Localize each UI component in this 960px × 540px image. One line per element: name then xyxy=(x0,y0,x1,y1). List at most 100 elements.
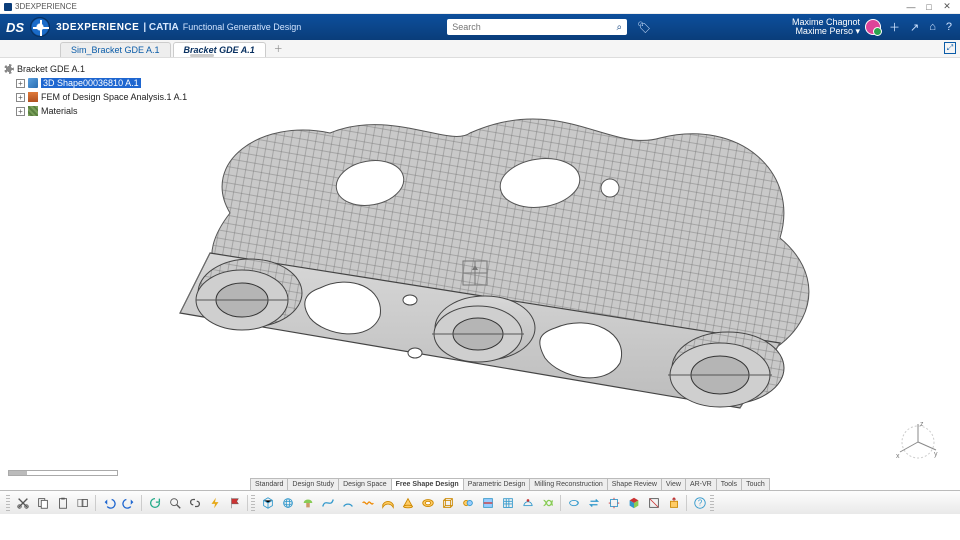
surface-button[interactable] xyxy=(378,493,397,512)
wtab-touch[interactable]: Touch xyxy=(741,478,770,490)
tree-root-label: Bracket GDE A.1 xyxy=(17,64,85,74)
flag-button[interactable] xyxy=(225,493,244,512)
gear-icon xyxy=(4,64,14,74)
svg-text:?: ? xyxy=(697,498,702,507)
wtab-arvr[interactable]: AR-VR xyxy=(685,478,717,490)
window-titlebar: 3DEXPERIENCE — □ ✕ xyxy=(0,0,960,14)
materials-icon xyxy=(28,106,38,116)
tab-sim-bracket[interactable]: Sim_Bracket GDE A.1 xyxy=(60,42,171,57)
tree-node-label: Materials xyxy=(41,106,78,116)
cone-button[interactable] xyxy=(398,493,417,512)
wtab-free-shape[interactable]: Free Shape Design xyxy=(391,478,464,490)
box-cut-button[interactable] xyxy=(478,493,497,512)
wtab-view[interactable]: View xyxy=(661,478,686,490)
wave-button[interactable] xyxy=(358,493,377,512)
user-block[interactable]: Maxime Chagnot Maxime Perso ▾ xyxy=(792,18,881,36)
cut-button[interactable] xyxy=(13,493,32,512)
search-icon[interactable]: ⌕ xyxy=(611,22,627,33)
link-button[interactable] xyxy=(185,493,204,512)
ds-logo-mini-icon xyxy=(4,3,12,11)
help-icon[interactable]: ? xyxy=(944,21,954,33)
wtab-parametric[interactable]: Parametric Design xyxy=(463,478,531,490)
tree-node-fem[interactable]: + FEM of Design Space Analysis.1 A.1 xyxy=(4,90,204,104)
tree-node-3dshape[interactable]: + 3D Shape00036810 A.1 xyxy=(4,76,204,90)
wtab-milling[interactable]: Milling Reconstruction xyxy=(529,478,607,490)
help-button[interactable]: ? xyxy=(690,493,709,512)
wtab-standard[interactable]: Standard xyxy=(250,478,288,490)
arc-button[interactable] xyxy=(338,493,357,512)
workbench-tab-row: Standard Design Study Design Space Free … xyxy=(250,478,910,490)
fem-icon xyxy=(28,92,38,102)
grid-button[interactable] xyxy=(498,493,517,512)
wtab-shape-review[interactable]: Shape Review xyxy=(607,478,662,490)
view-origin-marker xyxy=(460,258,490,288)
svg-text:x: x xyxy=(896,453,900,460)
duplicate-button[interactable] xyxy=(73,493,92,512)
twin-shape-button[interactable] xyxy=(458,493,477,512)
tree-node-materials[interactable]: + Materials xyxy=(4,104,204,118)
document-tab-row: Sim_Bracket GDE A.1 Bracket GDE A.1 ＋ ⤢ xyxy=(0,40,960,58)
expand-icon[interactable]: + xyxy=(16,107,25,116)
wtab-tools[interactable]: Tools xyxy=(716,478,742,490)
ds-logo-icon: DS xyxy=(6,20,24,35)
tab-drag-handle[interactable] xyxy=(190,54,214,57)
app-header: DS 3DEXPERIENCE | CATIA Functional Gener… xyxy=(0,14,960,40)
add-icon[interactable]: ＋ xyxy=(887,19,902,35)
sections-button[interactable] xyxy=(644,493,663,512)
mushroom-button[interactable] xyxy=(298,493,317,512)
paste-button[interactable] xyxy=(53,493,72,512)
search-input[interactable] xyxy=(447,22,611,32)
color-cube-button[interactable] xyxy=(624,493,643,512)
undo-button[interactable] xyxy=(99,493,118,512)
expand-viewport-button[interactable]: ⤢ xyxy=(944,42,956,54)
viewport-3d[interactable]: z y x xyxy=(0,58,960,514)
brand-mode: Functional Generative Design xyxy=(183,22,302,32)
user-role: Maxime Perso xyxy=(795,26,853,36)
share-icon[interactable]: ↗ xyxy=(908,21,921,34)
avatar[interactable] xyxy=(865,19,881,35)
shell-button[interactable] xyxy=(418,493,437,512)
box-wire-button[interactable] xyxy=(438,493,457,512)
bracket-part-render xyxy=(140,78,860,458)
tag-icon[interactable]: 🏷 xyxy=(637,21,651,34)
expand-icon[interactable]: + xyxy=(16,93,25,102)
tab-add-button[interactable]: ＋ xyxy=(268,40,289,57)
gyroid-button[interactable] xyxy=(538,493,557,512)
toolbar-grip[interactable] xyxy=(251,495,255,511)
brand-block: 3DEXPERIENCE | CATIA Functional Generati… xyxy=(56,22,301,33)
search-box[interactable]: ⌕ xyxy=(447,19,627,35)
spline-button[interactable] xyxy=(318,493,337,512)
toolbar-separator xyxy=(686,495,687,511)
axis-triad[interactable]: z y x xyxy=(896,420,940,464)
wtab-design-study[interactable]: Design Study xyxy=(287,478,339,490)
redo-button[interactable] xyxy=(119,493,138,512)
box-arrows-button[interactable] xyxy=(604,493,623,512)
rotate-button[interactable] xyxy=(564,493,583,512)
expand-icon[interactable]: + xyxy=(16,79,25,88)
window-close-button[interactable]: ✕ xyxy=(938,1,956,12)
toolbar-separator xyxy=(560,495,561,511)
extrude-button[interactable] xyxy=(664,493,683,512)
copy-button[interactable] xyxy=(33,493,52,512)
main-area: z y x Bracket GDE A.1 + 3D Shape00036810… xyxy=(0,58,960,514)
window-minimize-button[interactable]: — xyxy=(902,2,920,12)
tree-root[interactable]: Bracket GDE A.1 xyxy=(4,62,204,76)
wtab-design-space[interactable]: Design Space xyxy=(338,478,392,490)
cube-scan-button[interactable] xyxy=(258,493,277,512)
shape-icon xyxy=(28,78,38,88)
swap-button[interactable] xyxy=(584,493,603,512)
mesh-sphere-button[interactable] xyxy=(278,493,297,512)
home-icon[interactable]: ⌂ xyxy=(927,21,938,33)
refresh-button[interactable] xyxy=(145,493,164,512)
scale-slider[interactable] xyxy=(8,470,118,476)
bottom-toolbar: ? xyxy=(0,490,960,514)
compass-icon[interactable] xyxy=(30,17,50,37)
toolbar-grip[interactable] xyxy=(6,495,10,511)
deform-button[interactable] xyxy=(518,493,537,512)
spec-tree[interactable]: Bracket GDE A.1 + 3D Shape00036810 A.1 +… xyxy=(4,62,204,118)
bolt-button[interactable] xyxy=(205,493,224,512)
toolbar-grip[interactable] xyxy=(710,495,714,511)
window-maximize-button[interactable]: □ xyxy=(920,2,938,12)
find-button[interactable] xyxy=(165,493,184,512)
tab-bracket[interactable]: Bracket GDE A.1 xyxy=(173,42,266,57)
